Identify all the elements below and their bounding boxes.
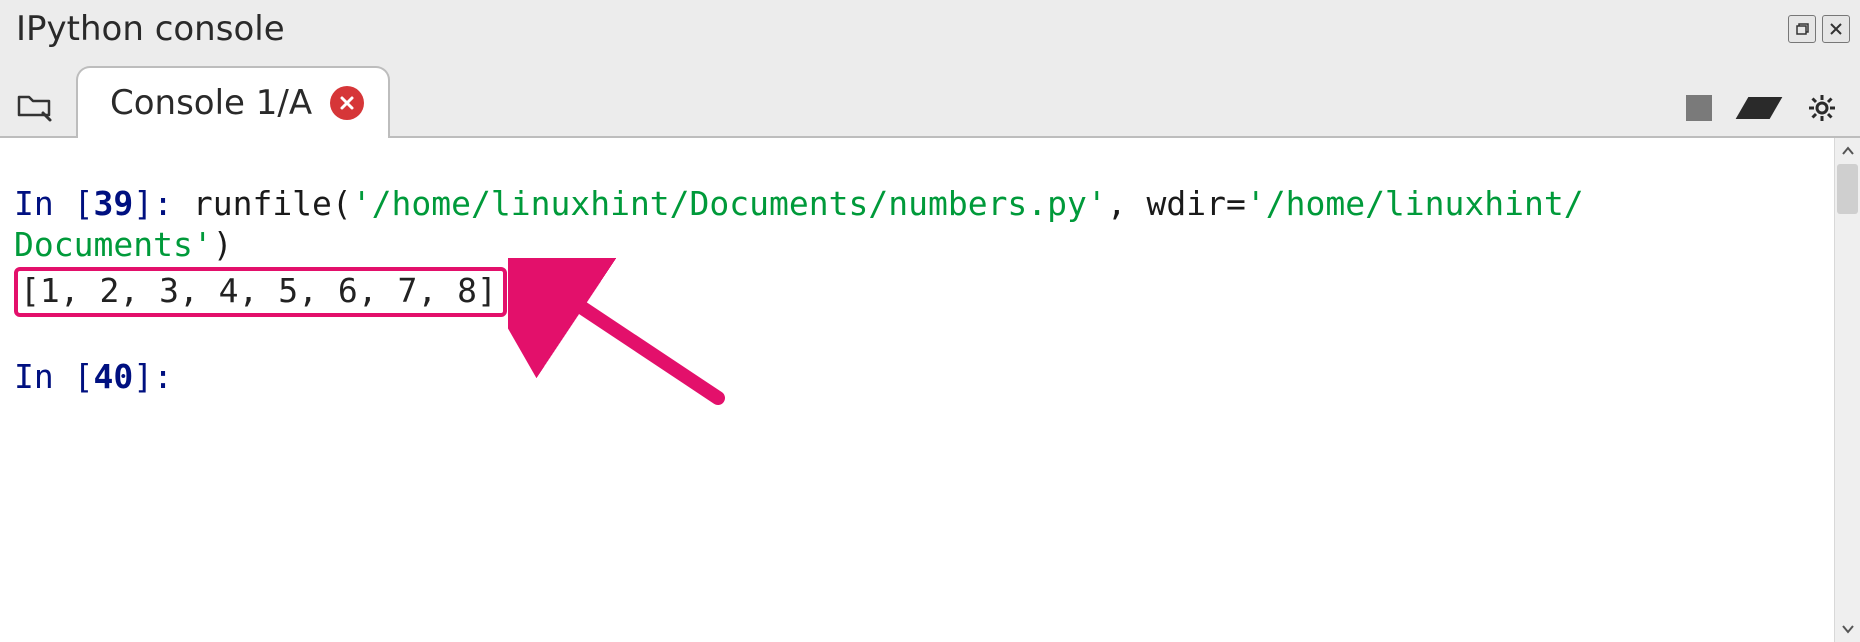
prompt-in: In [40]: (14, 357, 193, 396)
scroll-up-button[interactable] (1835, 138, 1860, 164)
output-highlight: [1, 2, 3, 4, 5, 6, 7, 8] (14, 267, 507, 317)
scroll-track[interactable] (1835, 164, 1860, 616)
restore-window-button[interactable] (1788, 15, 1816, 43)
folder-icon (15, 85, 53, 123)
cell-output: [1, 2, 3, 4, 5, 6, 7, 8] (20, 271, 497, 310)
scroll-thumb[interactable] (1837, 164, 1858, 214)
annotation-arrow (508, 258, 768, 448)
console-output-area[interactable]: In [39]: runfile('/home/linuxhint/Docume… (0, 138, 1834, 642)
close-window-button[interactable] (1822, 15, 1850, 43)
console-body-wrap: In [39]: runfile('/home/linuxhint/Docume… (0, 138, 1860, 642)
code-string: Documents' (14, 225, 213, 264)
console-tab[interactable]: Console 1/A (76, 66, 390, 138)
close-window-icon (1828, 21, 1844, 37)
chevron-up-icon (1842, 146, 1854, 156)
restore-icon (1794, 21, 1810, 37)
stop-button[interactable] (1686, 95, 1712, 121)
scroll-down-button[interactable] (1835, 616, 1860, 642)
tab-strip: Console 1/A (0, 58, 1860, 138)
code-sep: , wdir= (1107, 184, 1246, 223)
panel-titlebar: IPython console (0, 0, 1860, 58)
prompt-in: In [39]: (14, 184, 193, 223)
options-button[interactable] (1806, 92, 1838, 124)
toolbar-right (1686, 92, 1848, 124)
code-string: '/home/linuxhint/Documents/numbers.py' (352, 184, 1107, 223)
window-buttons (1788, 15, 1850, 43)
chevron-down-icon (1842, 624, 1854, 634)
browse-dir-button[interactable] (12, 82, 56, 126)
panel-title: IPython console (16, 9, 285, 49)
ipython-console-panel: IPython console Console 1/A (0, 0, 1860, 642)
code-close: ) (213, 225, 233, 264)
tab-label: Console 1/A (110, 83, 312, 123)
close-tab-button[interactable] (330, 86, 364, 120)
code-call: runfile( (193, 184, 352, 223)
vertical-scrollbar[interactable] (1834, 138, 1860, 642)
close-icon (339, 95, 355, 111)
clear-button[interactable] (1736, 97, 1783, 119)
gear-icon (1806, 92, 1838, 124)
code-string: '/home/linuxhint/ (1246, 184, 1584, 223)
